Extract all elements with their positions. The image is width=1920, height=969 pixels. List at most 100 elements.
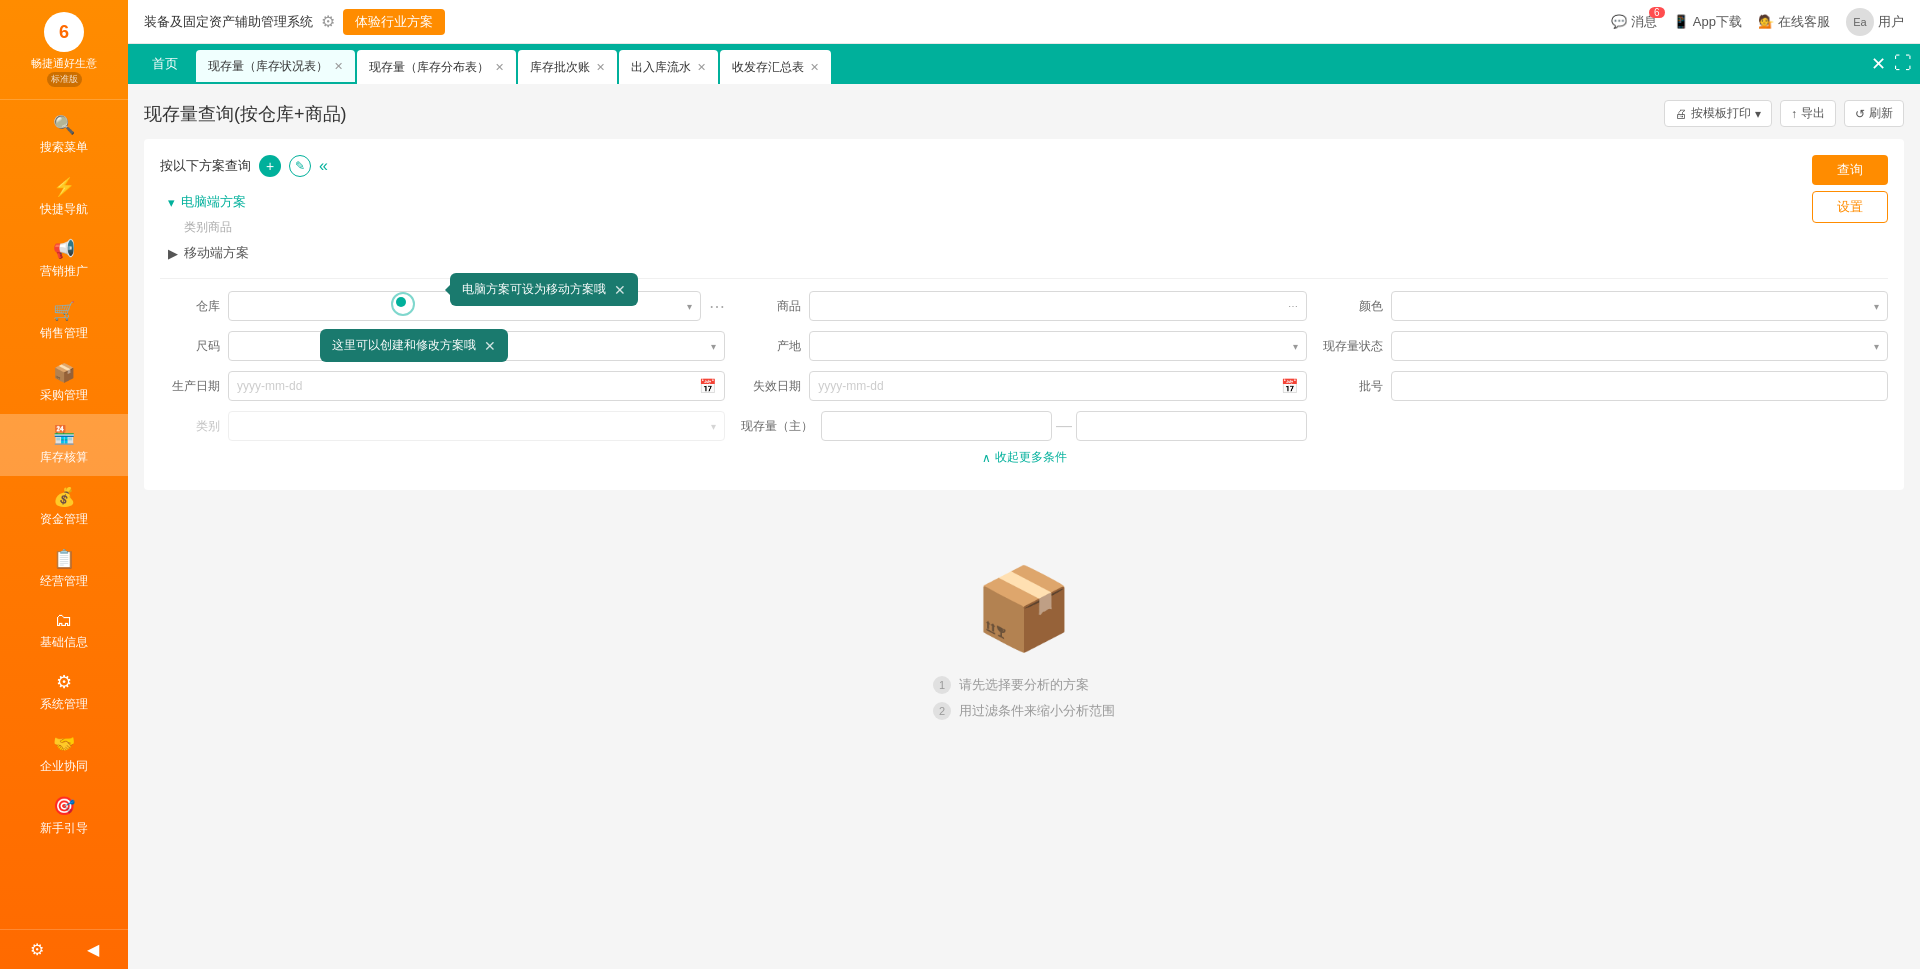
app-name: 畅捷通好生意: [31, 56, 97, 70]
tab-inventory-status[interactable]: 现存量（库存状况表） ✕: [196, 50, 355, 84]
search-icon: 🔍: [53, 114, 75, 136]
tab-inout-flow[interactable]: 出入库流水 ✕: [619, 50, 718, 84]
inventory-main-dash: —: [1056, 417, 1072, 435]
service-icon: 💁: [1758, 14, 1774, 29]
production-date-label: 生产日期: [160, 378, 220, 395]
fullscreen-icon[interactable]: ⛶: [1894, 53, 1912, 75]
category-select[interactable]: ▾: [228, 411, 725, 441]
sidebar-item-marketing[interactable]: 📢 营销推广: [0, 228, 128, 290]
top-header: 装备及固定资产辅助管理系统 ⚙ 体验行业方案 💬 消息 6 📱 App下载 💁 …: [128, 0, 1920, 44]
finance-icon: 💰: [53, 486, 75, 508]
online-service-item[interactable]: 💁 在线客服: [1758, 13, 1830, 31]
app-download-item[interactable]: 📱 App下载: [1673, 13, 1742, 31]
system-icon: ⚙: [56, 671, 72, 693]
expiry-date-placeholder: yyyy-mm-dd: [818, 379, 883, 393]
sidebar-item-quick-nav[interactable]: ⚡ 快捷导航: [0, 166, 128, 228]
filter-row-inventory-main: 现存量（主） —: [741, 411, 1306, 441]
filter-arrow-button[interactable]: «: [319, 157, 328, 175]
scheme-desktop-label: 电脑端方案: [181, 193, 246, 211]
sidebar-item-finance[interactable]: 💰 资金管理: [0, 476, 128, 538]
search-button[interactable]: 查询: [1812, 155, 1888, 185]
filter-add-button[interactable]: +: [259, 155, 281, 177]
sidebar-item-system[interactable]: ⚙ 系统管理: [0, 661, 128, 723]
tab-close-icon-3[interactable]: ✕: [697, 61, 706, 74]
goods-select[interactable]: ⋯: [809, 291, 1306, 321]
collapse-sidebar-icon[interactable]: ◀: [87, 940, 99, 959]
tab-close-icon-4[interactable]: ✕: [810, 61, 819, 74]
collapse-bar[interactable]: ∧ 收起更多条件: [160, 441, 1888, 474]
tooltip-1-close[interactable]: ✕: [614, 282, 626, 298]
print-button[interactable]: 🖨 按模板打印 ▾: [1664, 100, 1772, 127]
filter-header-label: 按以下方案查询: [160, 157, 251, 175]
category-select-arrow: ▾: [711, 421, 716, 432]
inventory-main-min-input[interactable]: [821, 411, 1052, 441]
tab-close-icon-0[interactable]: ✕: [334, 60, 343, 73]
tab-summary[interactable]: 收发存汇总表 ✕: [720, 50, 831, 84]
sidebar-item-guide[interactable]: 🎯 新手引导: [0, 785, 128, 847]
filter-edit-button[interactable]: ✎: [289, 155, 311, 177]
tab-inventory-status-label: 现存量（库存状况表）: [208, 58, 328, 75]
tab-close-icon-1[interactable]: ✕: [495, 61, 504, 74]
online-service-label: 在线客服: [1778, 13, 1830, 31]
expiry-date-input[interactable]: yyyy-mm-dd 📅: [809, 371, 1306, 401]
export-button[interactable]: ↑ 导出: [1780, 100, 1836, 127]
tooltip-2-close[interactable]: ✕: [484, 338, 496, 354]
tab-bar-actions: ✕ ⛶: [1871, 53, 1912, 75]
warehouse-more-icon[interactable]: ⋯: [709, 297, 725, 316]
inventory-main-max-input[interactable]: [1076, 411, 1307, 441]
scheme-mobile[interactable]: ▶ 移动端方案: [160, 240, 1888, 266]
tab-home[interactable]: 首页: [136, 44, 194, 84]
sidebar-item-inventory[interactable]: 🏪 库存核算: [0, 414, 128, 476]
sidebar-item-basic[interactable]: 🗂 基础信息: [0, 600, 128, 661]
filter-action-buttons: 查询 设置: [1812, 155, 1888, 223]
scheme-mobile-label: 移动端方案: [184, 244, 249, 262]
setting-button[interactable]: 设置: [1812, 191, 1888, 223]
sidebar-item-operation[interactable]: 📋 经营管理: [0, 538, 128, 600]
filter-area-inner: 按以下方案查询 + ✎ « ▾ 电脑端方案 类别商品 ▶: [160, 155, 1888, 474]
origin-select[interactable]: ▾: [809, 331, 1306, 361]
sidebar-item-enterprise[interactable]: 🤝 企业协同: [0, 723, 128, 785]
color-label: 颜色: [1323, 298, 1383, 315]
tab-inventory-distribution-label: 现存量（库存分布表）: [369, 59, 489, 76]
inventory-status-select[interactable]: ▾: [1391, 331, 1888, 361]
notice-item[interactable]: 💬 消息 6: [1611, 13, 1657, 31]
sidebar-item-search[interactable]: 🔍 搜索菜单: [0, 104, 128, 166]
production-date-input[interactable]: yyyy-mm-dd 📅: [228, 371, 725, 401]
goods-label: 商品: [741, 298, 801, 315]
filter-row-inventory-status: 现存量状态 ▾: [1323, 331, 1888, 361]
refresh-button[interactable]: ↺ 刷新: [1844, 100, 1904, 127]
expiry-date-label: 失效日期: [741, 378, 801, 395]
header-left: 装备及固定资产辅助管理系统 ⚙ 体验行业方案: [144, 9, 445, 35]
sidebar: 6 畅捷通好生意 标准版 🔍 搜索菜单 ⚡ 快捷导航 📢 营销推广 🛒 销售管理…: [0, 0, 128, 969]
sidebar-item-purchase[interactable]: 📦 采购管理: [0, 352, 128, 414]
size-select-arrow: ▾: [711, 341, 716, 352]
filter-rows-4: 类别 ▾ 现存量（主） —: [160, 411, 1888, 441]
settings-bottom-icon[interactable]: ⚙: [30, 940, 44, 959]
collapse-label: 收起更多条件: [995, 449, 1067, 466]
scheme-desktop[interactable]: ▾ 电脑端方案: [160, 189, 1888, 215]
tab-close-icon-2[interactable]: ✕: [596, 61, 605, 74]
header-right: 💬 消息 6 📱 App下载 💁 在线客服 Ea 用户: [1611, 8, 1904, 36]
batch-input[interactable]: [1391, 371, 1888, 401]
sidebar-item-sales[interactable]: 🛒 销售管理: [0, 290, 128, 352]
tooltip-2-text: 这里可以创建和修改方案哦: [332, 337, 476, 354]
trial-button[interactable]: 体验行业方案: [343, 9, 445, 35]
warehouse-label: 仓库: [160, 298, 220, 315]
production-date-calendar-icon[interactable]: 📅: [699, 378, 716, 394]
system-setting-icon[interactable]: ⚙: [321, 12, 335, 31]
close-all-tabs-icon[interactable]: ✕: [1871, 53, 1886, 75]
user-label: 用户: [1878, 13, 1904, 31]
scheme-desktop-sub1[interactable]: 类别商品: [160, 215, 1888, 240]
quick-nav-icon: ⚡: [53, 176, 75, 198]
filter-area: 按以下方案查询 + ✎ « ▾ 电脑端方案 类别商品 ▶: [144, 139, 1904, 490]
user-item[interactable]: Ea 用户: [1846, 8, 1904, 36]
tab-inventory-distribution[interactable]: 现存量（库存分布表） ✕: [357, 50, 516, 84]
batch-label: 批号: [1323, 378, 1383, 395]
expiry-date-calendar-icon[interactable]: 📅: [1281, 378, 1298, 394]
step-2-number: 2: [933, 702, 951, 720]
empty-state: 📦 1 请先选择要分析的方案 2 用过滤条件来缩小分析范围: [144, 502, 1904, 784]
tab-batch-account[interactable]: 库存批次账 ✕: [518, 50, 617, 84]
color-select[interactable]: ▾: [1391, 291, 1888, 321]
mobile-icon: 📱: [1673, 14, 1689, 29]
inventory-main-label: 现存量（主）: [741, 418, 813, 435]
